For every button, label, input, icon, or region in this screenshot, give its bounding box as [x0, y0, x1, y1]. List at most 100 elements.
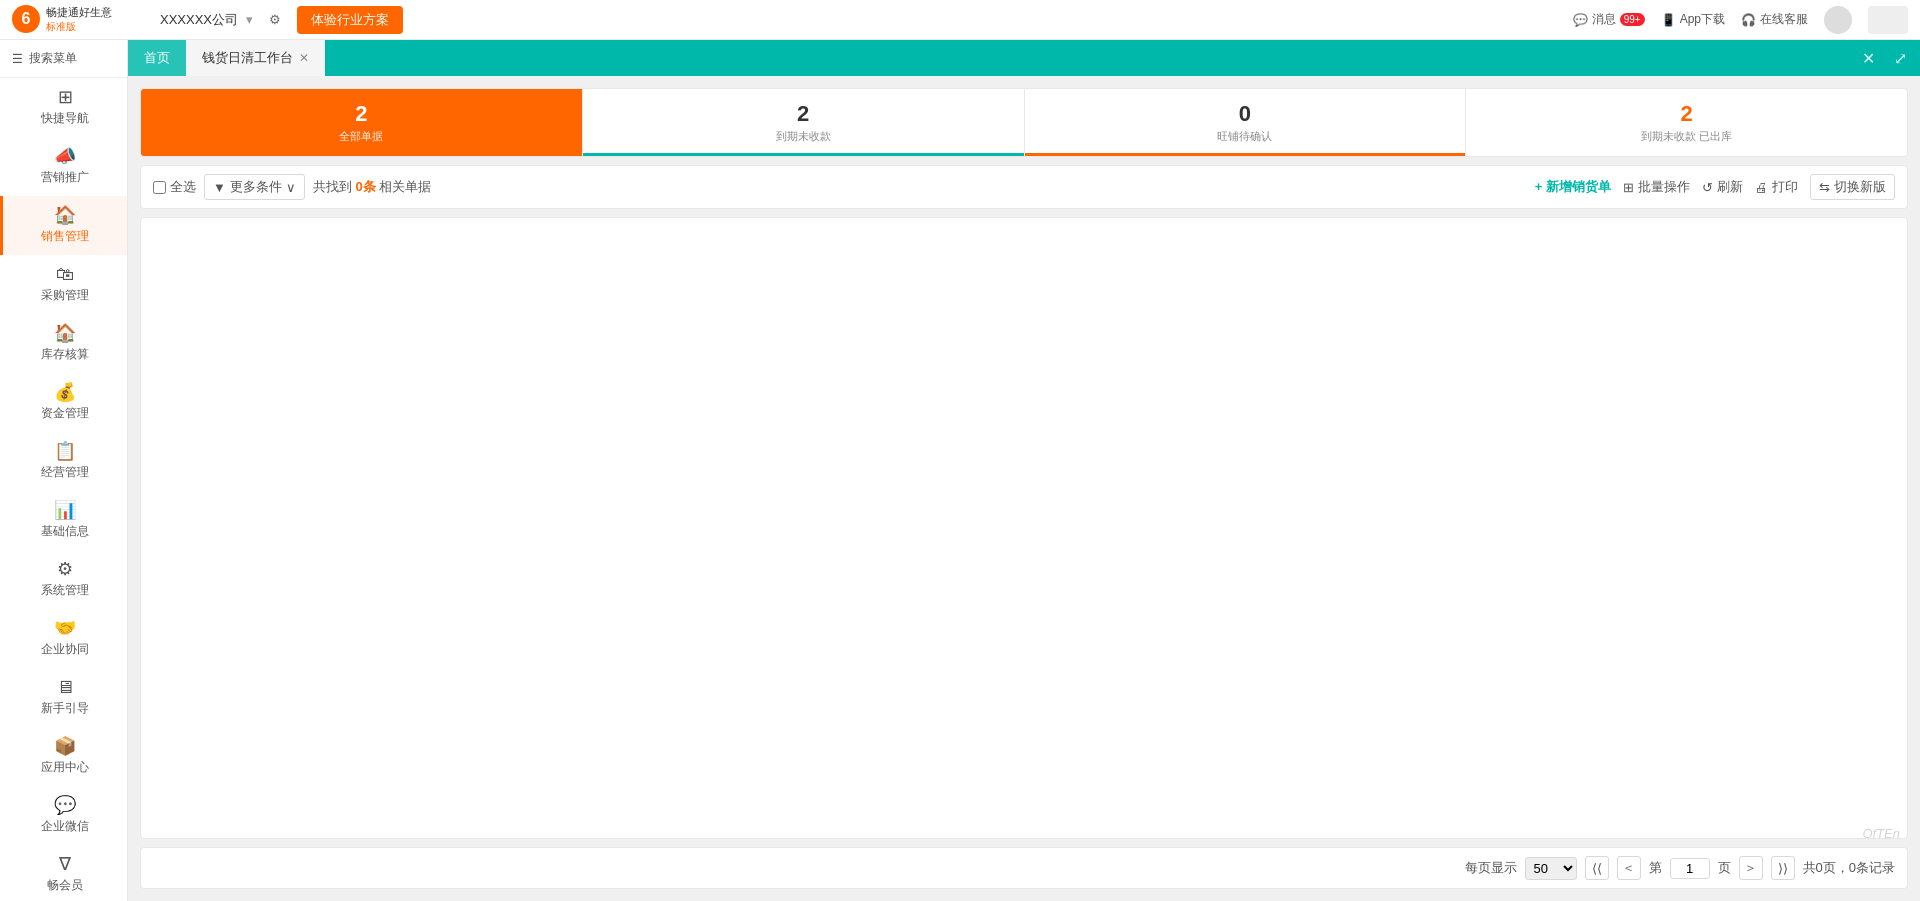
batch-icon: ⊞: [1623, 180, 1634, 195]
sidebar-item-basic-info[interactable]: 📊 基础信息: [0, 491, 127, 550]
sidebar-item-operations[interactable]: 📋 经营管理: [0, 432, 127, 491]
sidebar-item-label-marketing: 营销推广: [41, 169, 89, 186]
select-all-checkbox[interactable]: 全选: [153, 178, 196, 196]
sidebar-item-enterprise[interactable]: 🤝 企业协同: [0, 609, 127, 668]
logo-sub: 标准版: [46, 20, 112, 34]
filter-dropdown-icon: ∨: [286, 180, 296, 195]
stat-shipped-number: 2: [1681, 101, 1693, 127]
batch-action[interactable]: ⊞ 批量操作: [1623, 178, 1690, 196]
search-icon: ☰: [12, 52, 23, 66]
sidebar-item-app-center[interactable]: 📦 应用中心: [0, 727, 127, 786]
user-dropdown[interactable]: [1868, 6, 1908, 34]
company-dropdown-icon[interactable]: ▾: [246, 12, 253, 27]
sidebar-item-member[interactable]: ∇ 畅会员: [0, 845, 127, 901]
filter-label: 更多条件: [230, 178, 282, 196]
top-header: 6 畅捷通好生意 标准版 XXXXXX公司 ▾ ⚙ 体验行业方案 💬 消息 99…: [0, 0, 1920, 40]
add-sale-btn[interactable]: + 新增销货单: [1535, 178, 1611, 196]
app-download-action[interactable]: 📱 App下载: [1661, 11, 1725, 28]
refresh-icon: ↺: [1702, 180, 1713, 195]
search-menu[interactable]: ☰ 搜索菜单: [0, 40, 127, 78]
logo-text-area: 畅捷通好生意 标准版: [46, 5, 112, 33]
switch-version-btn[interactable]: ⇆ 切换新版: [1810, 174, 1895, 200]
batch-label: 批量操作: [1638, 178, 1690, 196]
sidebar-item-label-purchase: 采购管理: [41, 287, 89, 304]
often-watermark: OfTEn: [1862, 826, 1900, 841]
sidebar-item-inventory[interactable]: 🏠 库存核算: [0, 314, 127, 373]
online-service-action[interactable]: 🎧 在线客服: [1741, 11, 1808, 28]
found-text: 共找到 0条 相关单据: [313, 178, 431, 196]
wechat-icon: 💬: [54, 796, 76, 814]
company-name[interactable]: XXXXXX公司: [160, 11, 238, 29]
stat-all-number: 2: [355, 101, 367, 127]
tab-workbench[interactable]: 钱货日清工作台 ✕: [186, 40, 325, 76]
select-all-label: 全选: [170, 178, 196, 196]
sidebar-item-quick-nav[interactable]: ⊞ 快捷导航: [0, 78, 127, 137]
prev-page-btn[interactable]: ＜: [1617, 856, 1641, 880]
switch-icon: ⇆: [1819, 180, 1830, 195]
found-suffix: 相关单据: [379, 179, 431, 194]
next-page-btn[interactable]: ＞: [1739, 856, 1763, 880]
basic-info-icon: 📊: [54, 501, 76, 519]
avatar[interactable]: [1824, 6, 1852, 34]
sidebar-item-sales[interactable]: 🏠 销售管理: [0, 196, 127, 255]
print-icon: 🖨: [1755, 180, 1768, 195]
sidebar-item-wechat[interactable]: 💬 企业微信: [0, 786, 127, 845]
enterprise-icon: 🤝: [54, 619, 76, 637]
pagination-bar: 每页显示 50 20 100 ⟨⟨ ＜ 第 页 ＞ ⟩⟩ 共0页，0条记录: [140, 847, 1908, 889]
settings-icon[interactable]: ⚙: [261, 6, 289, 34]
stat-shipped[interactable]: 2 到期未收款 已出库: [1466, 89, 1907, 156]
marketing-icon: 📣: [54, 147, 76, 165]
tab-actions: ✕ ⤢: [1856, 40, 1920, 76]
stat-pending[interactable]: 0 旺铺待确认: [1025, 89, 1467, 156]
sidebar-item-system[interactable]: ⚙ 系统管理: [0, 550, 127, 609]
refresh-action[interactable]: ↺ 刷新: [1702, 178, 1743, 196]
sidebar-item-marketing[interactable]: 📣 营销推广: [0, 137, 127, 196]
tab-close-window-icon[interactable]: ✕: [1856, 46, 1880, 70]
sidebar-item-label-finance: 资金管理: [41, 405, 89, 422]
stat-all-label: 全部单据: [339, 129, 383, 144]
inventory-icon: 🏠: [54, 324, 76, 342]
toolbar: 全选 ▼ 更多条件 ∨ 共找到 0条 相关单据 + 新增销货单 ⊞ 批量操作: [140, 165, 1908, 209]
page-input[interactable]: [1670, 858, 1710, 879]
message-action[interactable]: 💬 消息 99+: [1573, 11, 1645, 28]
stats-row: 2 全部单据 2 到期未收款 0 旺铺待确认 2 到期未收款 已出库: [140, 88, 1908, 157]
app-download-label: App下载: [1680, 11, 1725, 28]
stat-all[interactable]: 2 全部单据: [141, 89, 583, 156]
tab-home[interactable]: 首页: [128, 40, 186, 76]
sidebar-item-label-inventory: 库存核算: [41, 346, 89, 363]
guide-icon: 🖥: [56, 678, 74, 696]
header-right: 💬 消息 99+ 📱 App下载 🎧 在线客服: [1573, 6, 1908, 34]
sidebar-item-purchase[interactable]: 🛍 采购管理: [0, 255, 127, 314]
finance-icon: 💰: [54, 383, 76, 401]
print-action[interactable]: 🖨 打印: [1755, 178, 1798, 196]
message-label: 消息: [1592, 11, 1616, 28]
table-area: [140, 217, 1908, 839]
stat-overdue[interactable]: 2 到期未收款: [583, 89, 1025, 156]
filter-button[interactable]: ▼ 更多条件 ∨: [204, 174, 305, 200]
tab-maximize-icon[interactable]: ⤢: [1888, 46, 1912, 70]
sidebar: ☰ 搜索菜单 ⊞ 快捷导航 📣 营销推广 🏠 销售管理 🛍 采购管理 🏠 库存核…: [0, 40, 128, 901]
first-page-btn[interactable]: ⟨⟨: [1585, 856, 1609, 880]
sidebar-item-label-enterprise: 企业协同: [41, 641, 89, 658]
logo-area: 6 畅捷通好生意 标准版: [12, 5, 140, 33]
sidebar-item-guide[interactable]: 🖥 新手引导: [0, 668, 127, 727]
operations-icon: 📋: [54, 442, 76, 460]
stat-overdue-label: 到期未收款: [776, 129, 831, 144]
headset-icon: 🎧: [1741, 13, 1756, 27]
stat-overdue-underline: [583, 153, 1024, 156]
app-download-icon: 📱: [1661, 13, 1676, 27]
page-label: 第: [1649, 859, 1662, 877]
stat-pending-underline: [1025, 153, 1466, 156]
online-service-label: 在线客服: [1760, 11, 1808, 28]
page-content: 2 全部单据 2 到期未收款 0 旺铺待确认 2 到期未收款 已出库: [128, 76, 1920, 901]
refresh-label: 刷新: [1717, 178, 1743, 196]
tab-workbench-label: 钱货日清工作台: [202, 49, 293, 67]
last-page-btn[interactable]: ⟩⟩: [1771, 856, 1795, 880]
select-all-input[interactable]: [153, 181, 166, 194]
page-size-select[interactable]: 50 20 100: [1525, 857, 1577, 880]
sidebar-item-label-app-center: 应用中心: [41, 759, 89, 776]
sidebar-item-finance[interactable]: 💰 资金管理: [0, 373, 127, 432]
trial-button[interactable]: 体验行业方案: [297, 6, 403, 34]
tab-close-icon[interactable]: ✕: [299, 51, 309, 65]
sidebar-item-label-system: 系统管理: [41, 582, 89, 599]
